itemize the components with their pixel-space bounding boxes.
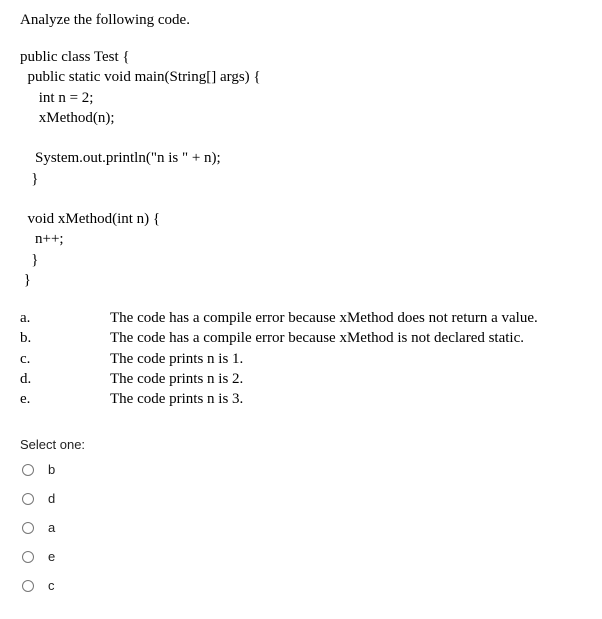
option-letter: d. bbox=[20, 369, 110, 389]
radio-option-d[interactable]: d bbox=[20, 491, 582, 506]
radio-circle-icon bbox=[22, 522, 34, 534]
option-row: c. The code prints n is 1. bbox=[20, 349, 538, 369]
radio-circle-icon bbox=[22, 493, 34, 505]
radio-circle-icon bbox=[22, 580, 34, 592]
radio-label: d bbox=[48, 491, 55, 506]
radio-circle-icon bbox=[22, 464, 34, 476]
option-row: d. The code prints n is 2. bbox=[20, 369, 538, 389]
option-letter: c. bbox=[20, 349, 110, 369]
radio-option-b[interactable]: b bbox=[20, 462, 582, 477]
option-text: The code prints n is 1. bbox=[110, 349, 538, 369]
radio-option-a[interactable]: a bbox=[20, 520, 582, 535]
code-block: public class Test { public static void m… bbox=[20, 47, 582, 290]
option-letter: a. bbox=[20, 308, 110, 328]
select-one-label: Select one: bbox=[20, 437, 582, 452]
radio-circle-icon bbox=[22, 551, 34, 563]
radio-label: b bbox=[48, 462, 55, 477]
option-text: The code has a compile error because xMe… bbox=[110, 308, 538, 328]
option-letter: e. bbox=[20, 389, 110, 409]
radio-option-e[interactable]: e bbox=[20, 549, 582, 564]
answer-options: a. The code has a compile error because … bbox=[20, 308, 538, 409]
radio-label: a bbox=[48, 520, 55, 535]
option-letter: b. bbox=[20, 328, 110, 348]
option-text: The code has a compile error because xMe… bbox=[110, 328, 538, 348]
option-text: The code prints n is 3. bbox=[110, 389, 538, 409]
radio-label: e bbox=[48, 549, 55, 564]
option-row: a. The code has a compile error because … bbox=[20, 308, 538, 328]
option-text: The code prints n is 2. bbox=[110, 369, 538, 389]
question-prompt: Analyze the following code. bbox=[20, 12, 582, 29]
option-row: b. The code has a compile error because … bbox=[20, 328, 538, 348]
option-row: e. The code prints n is 3. bbox=[20, 389, 538, 409]
